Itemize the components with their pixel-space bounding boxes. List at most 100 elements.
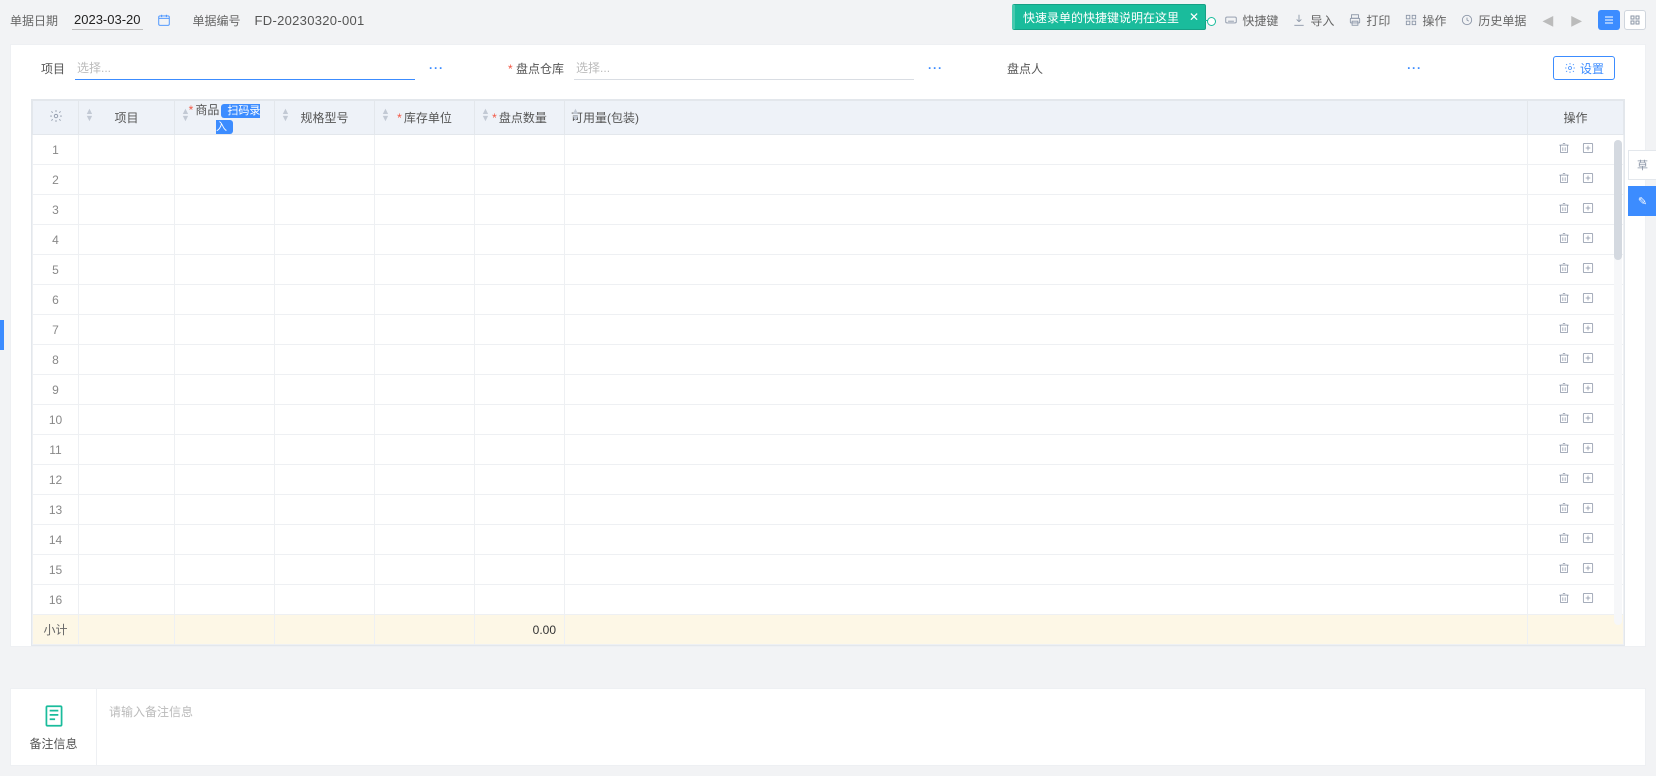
table-row[interactable]: 10 xyxy=(33,405,1624,435)
project-input[interactable] xyxy=(75,57,415,80)
cell-spec[interactable] xyxy=(275,585,375,615)
cell-project[interactable] xyxy=(79,255,175,285)
remarks-input[interactable] xyxy=(97,689,1645,765)
add-row-button[interactable] xyxy=(1581,231,1595,248)
cell-available[interactable] xyxy=(565,165,1528,195)
cell-unit[interactable] xyxy=(375,585,475,615)
cell-available[interactable] xyxy=(565,195,1528,225)
warehouse-picker-icon[interactable]: ··· xyxy=(924,61,947,75)
cell-qty[interactable] xyxy=(475,315,565,345)
operate-button[interactable]: 操作 xyxy=(1404,12,1446,29)
cell-product[interactable] xyxy=(175,375,275,405)
delete-row-button[interactable] xyxy=(1557,321,1571,338)
col-spec[interactable]: ▲▼规格型号 xyxy=(275,101,375,135)
table-row[interactable]: 12 xyxy=(33,465,1624,495)
cell-qty[interactable] xyxy=(475,585,565,615)
delete-row-button[interactable] xyxy=(1557,441,1571,458)
table-row[interactable]: 6 xyxy=(33,285,1624,315)
cell-project[interactable] xyxy=(79,165,175,195)
history-button[interactable]: 历史单据 xyxy=(1460,12,1526,29)
cell-spec[interactable] xyxy=(275,255,375,285)
col-available[interactable]: ▲▼可用量(包装) xyxy=(565,101,1528,135)
cell-project[interactable] xyxy=(79,285,175,315)
cell-product[interactable] xyxy=(175,555,275,585)
table-row[interactable]: 1 xyxy=(33,135,1624,165)
cell-spec[interactable] xyxy=(275,435,375,465)
table-row[interactable]: 13 xyxy=(33,495,1624,525)
cell-project[interactable] xyxy=(79,315,175,345)
cell-spec[interactable] xyxy=(275,195,375,225)
cell-available[interactable] xyxy=(565,495,1528,525)
cell-qty[interactable] xyxy=(475,165,565,195)
cell-qty[interactable] xyxy=(475,345,565,375)
table-row[interactable]: 9 xyxy=(33,375,1624,405)
delete-row-button[interactable] xyxy=(1557,561,1571,578)
cell-available[interactable] xyxy=(565,555,1528,585)
cell-product[interactable] xyxy=(175,225,275,255)
cell-unit[interactable] xyxy=(375,345,475,375)
table-row[interactable]: 14 xyxy=(33,525,1624,555)
card-view-button[interactable] xyxy=(1624,10,1646,30)
person-input[interactable] xyxy=(1053,57,1393,79)
add-row-button[interactable] xyxy=(1581,591,1595,608)
cell-project[interactable] xyxy=(79,345,175,375)
add-row-button[interactable] xyxy=(1581,501,1595,518)
cell-unit[interactable] xyxy=(375,525,475,555)
cell-qty[interactable] xyxy=(475,225,565,255)
cell-unit[interactable] xyxy=(375,315,475,345)
cell-product[interactable] xyxy=(175,315,275,345)
cell-spec[interactable] xyxy=(275,315,375,345)
cell-spec[interactable] xyxy=(275,465,375,495)
cell-product[interactable] xyxy=(175,525,275,555)
scrollbar-thumb[interactable] xyxy=(1614,140,1622,260)
delete-row-button[interactable] xyxy=(1557,471,1571,488)
cell-available[interactable] xyxy=(565,405,1528,435)
delete-row-button[interactable] xyxy=(1557,501,1571,518)
cell-available[interactable] xyxy=(565,525,1528,555)
cell-spec[interactable] xyxy=(275,135,375,165)
delete-row-button[interactable] xyxy=(1557,141,1571,158)
cell-qty[interactable] xyxy=(475,435,565,465)
cell-qty[interactable] xyxy=(475,405,565,435)
cell-qty[interactable] xyxy=(475,375,565,405)
cell-available[interactable] xyxy=(565,135,1528,165)
add-row-button[interactable] xyxy=(1581,441,1595,458)
add-row-button[interactable] xyxy=(1581,201,1595,218)
cell-qty[interactable] xyxy=(475,465,565,495)
delete-row-button[interactable] xyxy=(1557,531,1571,548)
print-button[interactable]: 打印 xyxy=(1348,12,1390,29)
settings-button[interactable]: 设置 xyxy=(1553,56,1615,80)
table-row[interactable]: 7 xyxy=(33,315,1624,345)
cell-project[interactable] xyxy=(79,525,175,555)
calendar-icon[interactable] xyxy=(157,13,171,27)
cell-project[interactable] xyxy=(79,375,175,405)
cell-product[interactable] xyxy=(175,255,275,285)
cell-available[interactable] xyxy=(565,345,1528,375)
add-row-button[interactable] xyxy=(1581,531,1595,548)
cell-spec[interactable] xyxy=(275,165,375,195)
cell-project[interactable] xyxy=(79,555,175,585)
cell-unit[interactable] xyxy=(375,285,475,315)
cell-qty[interactable] xyxy=(475,195,565,225)
col-project[interactable]: ▲▼项目 xyxy=(79,101,175,135)
col-qty[interactable]: ▲▼*盘点数量 xyxy=(475,101,565,135)
add-row-button[interactable] xyxy=(1581,141,1595,158)
person-picker-icon[interactable]: ··· xyxy=(1403,61,1426,75)
cell-spec[interactable] xyxy=(275,345,375,375)
cell-qty[interactable] xyxy=(475,495,565,525)
delete-row-button[interactable] xyxy=(1557,171,1571,188)
col-gear[interactable] xyxy=(33,101,79,135)
cell-available[interactable] xyxy=(565,375,1528,405)
cell-spec[interactable] xyxy=(275,375,375,405)
add-row-button[interactable] xyxy=(1581,381,1595,398)
delete-row-button[interactable] xyxy=(1557,201,1571,218)
project-picker-icon[interactable]: ··· xyxy=(425,61,448,75)
cell-unit[interactable] xyxy=(375,195,475,225)
date-value[interactable]: 2023-03-20 xyxy=(72,10,143,30)
cell-product[interactable] xyxy=(175,585,275,615)
add-row-button[interactable] xyxy=(1581,261,1595,278)
float-tab-edit[interactable]: ✎ xyxy=(1628,186,1656,216)
cell-spec[interactable] xyxy=(275,285,375,315)
cell-spec[interactable] xyxy=(275,525,375,555)
cell-available[interactable] xyxy=(565,585,1528,615)
